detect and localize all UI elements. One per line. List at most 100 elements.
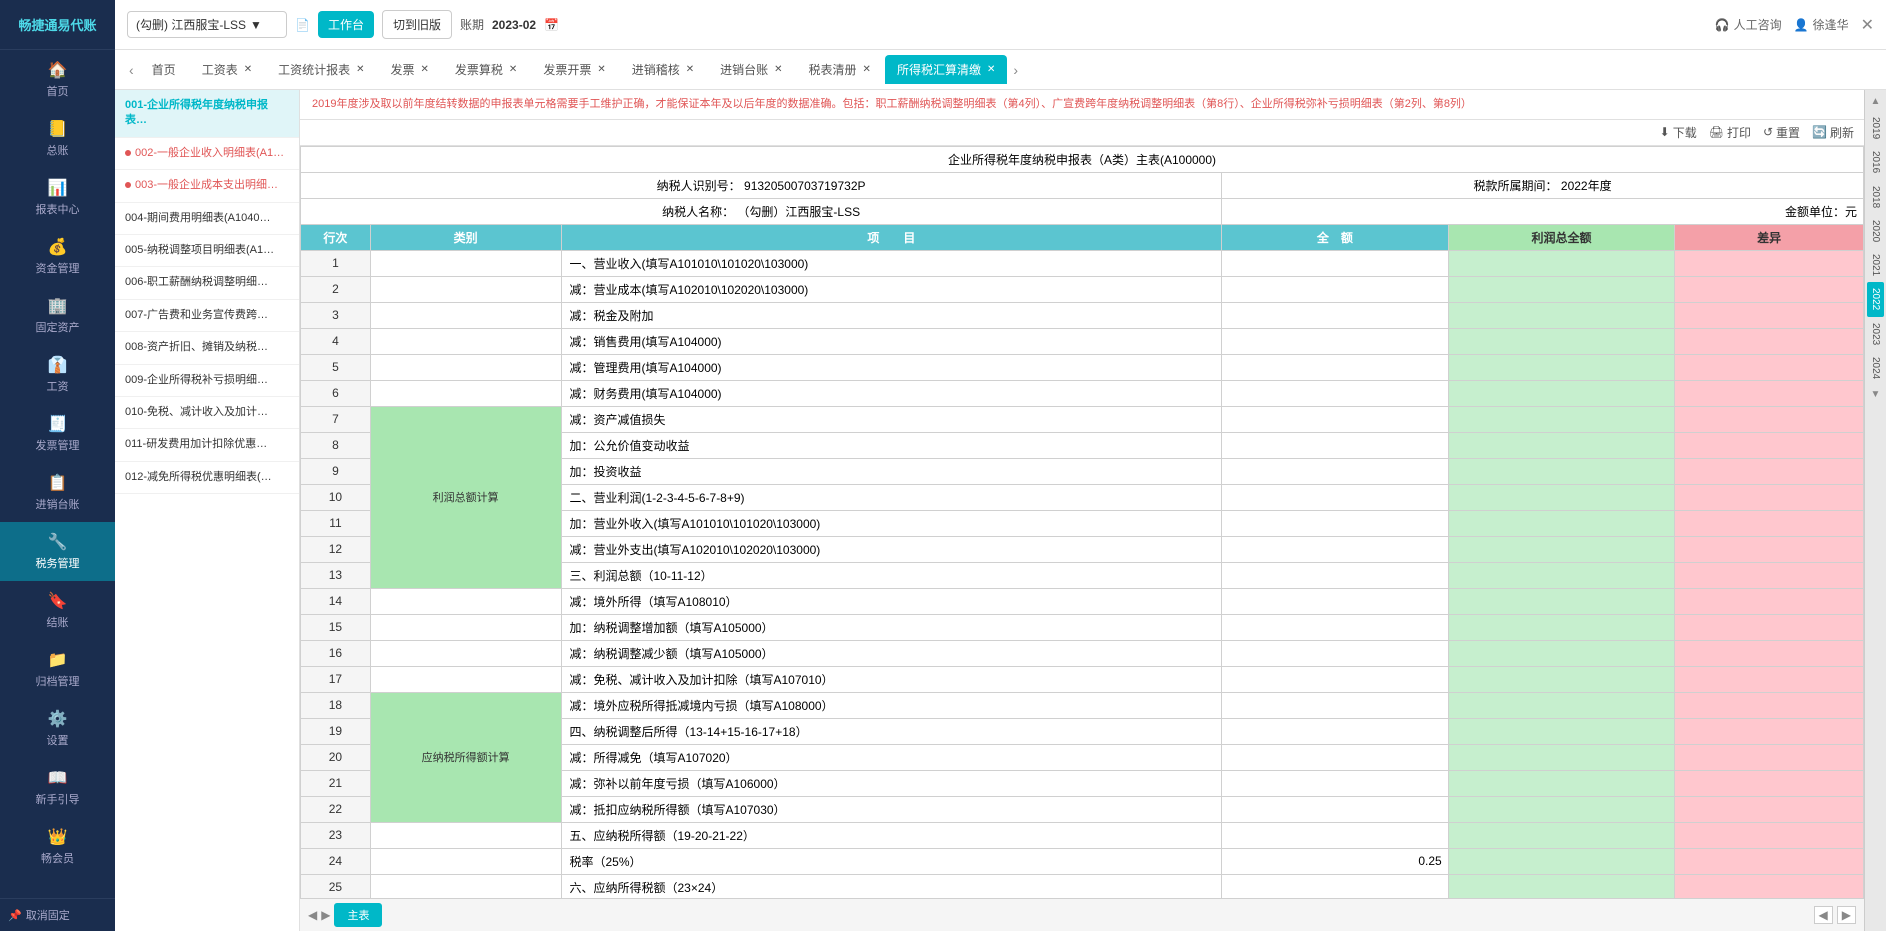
nav-tab-5[interactable]: 发票开票✕ [531, 55, 617, 84]
year-scroll-up[interactable]: ▲ [1869, 94, 1883, 109]
sidebar-item-进销台账[interactable]: 📋进销台账 [0, 463, 115, 522]
sidebar-item-设置[interactable]: ⚙️设置 [0, 699, 115, 758]
left-panel-item-012[interactable]: 012-减免所得税优惠明细表(… [115, 462, 299, 494]
row-cat [370, 588, 561, 614]
print-icon: 🖨 [1709, 125, 1724, 139]
year-item-2020[interactable]: 2020 [1867, 214, 1884, 248]
workbench-button[interactable]: 工作台 [318, 11, 374, 38]
year-item-2022[interactable]: 2022 [1867, 282, 1884, 316]
left-panel-item-010[interactable]: 010-免税、减计收入及加计… [115, 397, 299, 429]
sidebar-item-新手引导[interactable]: 📖新手引导 [0, 758, 115, 817]
refresh-button[interactable]: 🔄 刷新 [1812, 124, 1854, 141]
sidebar-item-资金管理[interactable]: 💰资金管理 [0, 227, 115, 286]
print-button[interactable]: 🖨 打印 [1709, 124, 1751, 141]
left-panel-item-003[interactable]: 003-一般企业成本支出明细… [115, 170, 299, 202]
left-panel-item-005[interactable]: 005-纳税调整项目明细表(A1… [115, 235, 299, 267]
nav-tab-7[interactable]: 进销台账✕ [708, 55, 794, 84]
year-scroll-down[interactable]: ▼ [1869, 387, 1883, 402]
download-button[interactable]: ⬇ 下载 [1660, 124, 1697, 141]
nav-tab-1[interactable]: 工资表✕ [190, 55, 264, 84]
sidebar-item-畅会员[interactable]: 👑畅会员 [0, 817, 115, 876]
tab-close-icon[interactable]: ✕ [686, 64, 694, 75]
year-item-2018[interactable]: 2018 [1867, 180, 1884, 214]
nav-tab-0[interactable]: 首页 [140, 55, 188, 84]
row-project: 六、应纳所得税额（23×24） [561, 874, 1222, 898]
sidebar-icon: ⚙️ [48, 709, 68, 729]
switch-old-button[interactable]: 切到旧版 [382, 10, 452, 39]
year-item-2019[interactable]: 2019 [1867, 111, 1884, 145]
sidebar-item-固定资产[interactable]: 🏢固定资产 [0, 286, 115, 345]
row-amount [1222, 302, 1449, 328]
nav-tab-6[interactable]: 进销稽核✕ [620, 55, 706, 84]
tab-close-icon[interactable]: ✕ [421, 64, 429, 75]
tab-close-icon[interactable]: ✕ [987, 64, 995, 75]
left-panel-item-009[interactable]: 009-企业所得税补亏损明细… [115, 365, 299, 397]
left-panel-item-label: 001-企业所得税年度纳税申报表… [125, 99, 268, 126]
row-profit [1448, 380, 1675, 406]
nav-scroll-right[interactable]: › [1009, 62, 1022, 78]
row-number: 19 [301, 718, 371, 744]
year-item-2024[interactable]: 2024 [1867, 351, 1884, 385]
nav-tab-3[interactable]: 发票✕ [379, 55, 441, 84]
left-panel-item-006[interactable]: 006-职工薪酬纳税调整明细… [115, 267, 299, 299]
company-select[interactable]: (勾删) 江西服宝-LSS ▼ [127, 11, 287, 38]
reset-button[interactable]: ↺ 重置 [1763, 124, 1800, 141]
taxpayer-id-value: 91320500703719732P [744, 179, 865, 193]
sidebar-item-工资[interactable]: 👔工资 [0, 345, 115, 404]
table-header-row: 行次 类别 项 目 全 额 利润总全额 差异 [301, 224, 1864, 250]
left-panel-item-007[interactable]: 007-广告费和业务宣传费跨… [115, 300, 299, 332]
year-item-2021[interactable]: 2021 [1867, 248, 1884, 282]
sidebar-item-结账[interactable]: 🔖结账 [0, 581, 115, 640]
nav-tab-4[interactable]: 发票算税✕ [443, 55, 529, 84]
left-panel-item-011[interactable]: 011-研发费用加计扣除优惠… [115, 429, 299, 461]
error-dot [125, 150, 131, 156]
tab-close-icon[interactable]: ✕ [597, 64, 605, 75]
tab-close-icon[interactable]: ✕ [244, 64, 252, 75]
scroll-right-icon[interactable]: ▶ [1837, 906, 1856, 924]
nav-tab-8[interactable]: 税表清册✕ [797, 55, 883, 84]
tab-close-icon[interactable]: ✕ [356, 64, 364, 75]
left-panel-item-008[interactable]: 008-资产折旧、摊销及纳税… [115, 332, 299, 364]
row-project: 一、营业收入(填写A101010\101020\103000) [561, 250, 1222, 276]
tab-close-icon[interactable]: ✕ [774, 64, 782, 75]
content-area: 001-企业所得税年度纳税申报表… 002-一般企业收入明细表(A1…003-一般… [115, 90, 1886, 931]
nav-tab-2[interactable]: 工资统计报表✕ [266, 55, 376, 84]
year-item-2023[interactable]: 2023 [1867, 317, 1884, 351]
user-info[interactable]: 👤 徐逢华 [1794, 16, 1849, 33]
calendar-icon[interactable]: 📅 [544, 18, 559, 32]
left-panel-item-001[interactable]: 001-企业所得税年度纳税申报表… [115, 90, 299, 138]
scroll-left-icon[interactable]: ◀ [1814, 906, 1833, 924]
sidebar-item-发票管理[interactable]: 🧾发票管理 [0, 404, 115, 463]
sidebar-item-归档管理[interactable]: 📁归档管理 [0, 640, 115, 699]
left-panel-item-004[interactable]: 004-期间费用明细表(A1040… [115, 203, 299, 235]
row-profit [1448, 328, 1675, 354]
close-window-icon[interactable]: ✕ [1861, 15, 1874, 35]
table-row: 3 减：税金及附加 [301, 302, 1864, 328]
unpin-button[interactable]: 📌 取消固定 [0, 898, 115, 931]
nav-scroll-left[interactable]: ‹ [125, 62, 138, 78]
sidebar-item-报表中心[interactable]: 📊报表中心 [0, 168, 115, 227]
sheet-tab-main[interactable]: 主表 [334, 903, 382, 927]
left-panel-item-label: 007-广告费和业务宣传费跨… [125, 309, 268, 321]
nav-prev-icon[interactable]: ◀ [308, 908, 317, 922]
table-title: 企业所得税年度纳税申报表（A类）主表(A100000) [301, 146, 1864, 172]
row-cat [370, 874, 561, 898]
sidebar-item-总账[interactable]: 📒总账 [0, 109, 115, 168]
sidebar-item-首页[interactable]: 🏠首页 [0, 50, 115, 109]
unit-cell: 金额单位：元 [1222, 198, 1864, 224]
tab-close-icon[interactable]: ✕ [509, 64, 517, 75]
tab-close-icon[interactable]: ✕ [863, 64, 871, 75]
year-item-2016[interactable]: 2016 [1867, 145, 1884, 179]
row-amount [1222, 822, 1449, 848]
left-panel-item-label: 011-研发费用加计扣除优惠… [125, 438, 267, 450]
nav-tab-9[interactable]: 所得税汇算清缴✕ [885, 55, 1007, 84]
row-profit [1448, 484, 1675, 510]
left-panel-item-002[interactable]: 002-一般企业收入明细表(A1… [115, 138, 299, 170]
table-row: 15 加：纳税调整增加额（填写A105000） [301, 614, 1864, 640]
row-amount [1222, 458, 1449, 484]
row-cat [370, 354, 561, 380]
ai-consult[interactable]: 🎧 人工咨询 [1715, 16, 1782, 33]
row-amount [1222, 744, 1449, 770]
sidebar-item-税务管理[interactable]: 🔧税务管理 [0, 522, 115, 581]
nav-next-icon[interactable]: ▶ [321, 908, 330, 922]
